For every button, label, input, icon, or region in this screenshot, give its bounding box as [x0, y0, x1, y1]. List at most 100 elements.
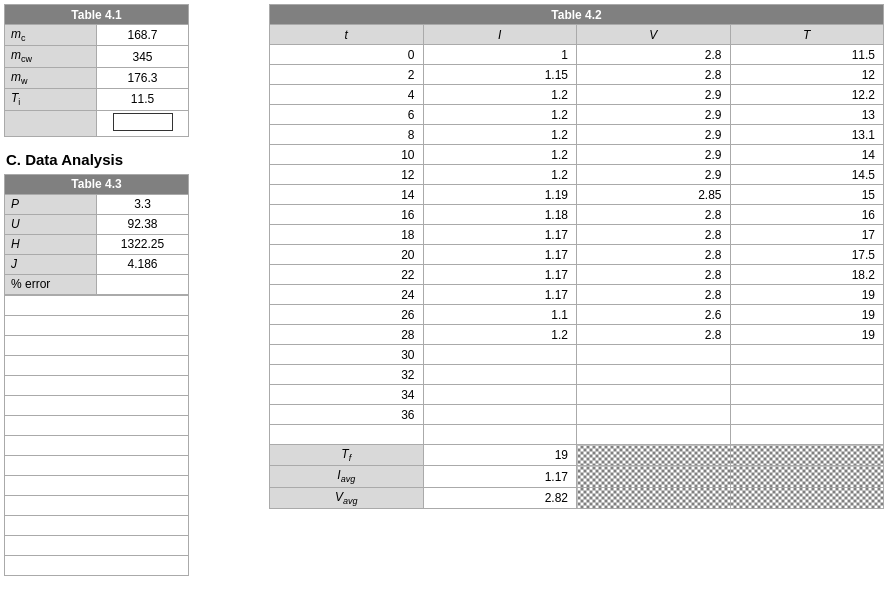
- table-row: 221.172.818.2: [270, 265, 884, 285]
- empty-row: [5, 375, 189, 395]
- cell-t: [730, 385, 884, 405]
- row-label-H: H: [5, 234, 97, 254]
- cell-t: 17.5: [730, 245, 884, 265]
- cell-v: [577, 345, 731, 365]
- summary-row: Iavg1.17: [270, 466, 884, 487]
- cell-v: 2.9: [577, 125, 731, 145]
- header-I: I: [423, 25, 577, 45]
- hatched-cell: [730, 466, 884, 487]
- cell-t: 34: [270, 385, 424, 405]
- main-container: Table 4.1 mc 168.7 mcw 345 mw 176.3 Ti: [0, 0, 888, 600]
- value-mw: 176.3: [97, 67, 189, 88]
- cell-t: 26: [270, 305, 424, 325]
- cell-t: 0: [270, 45, 424, 65]
- cell-v: 2.8: [577, 205, 731, 225]
- table43-title: Table 4.3: [5, 174, 189, 194]
- value-J: 4.186: [97, 254, 189, 274]
- cell-t: 13: [730, 105, 884, 125]
- row-label-U: U: [5, 214, 97, 234]
- value-ti: 11.5: [97, 89, 189, 110]
- cell-v: 2.9: [577, 165, 731, 185]
- cell-t: 16: [270, 205, 424, 225]
- table-row: 101.22.914: [270, 145, 884, 165]
- cell-i: [423, 405, 577, 425]
- row-label-P: P: [5, 194, 97, 214]
- cell-v: 2.8: [577, 225, 731, 245]
- table-row: P 3.3: [5, 194, 189, 214]
- table-row: 261.12.619: [270, 305, 884, 325]
- table-4-2: Table 4.2 t I V T 012.811.521.152.81241.…: [269, 4, 884, 509]
- table-row: 36: [270, 405, 884, 425]
- table42-title: Table 4.2: [270, 5, 884, 25]
- empty-row: [5, 335, 189, 355]
- table-row: 141.192.8515: [270, 185, 884, 205]
- input-empty-cell[interactable]: [97, 110, 189, 136]
- cell-t: 8: [270, 125, 424, 145]
- empty-row: [5, 475, 189, 495]
- cell-t: [730, 405, 884, 425]
- table-row: 121.22.914.5: [270, 165, 884, 185]
- cell-i: 1.17: [423, 265, 577, 285]
- cell-t: 11.5: [730, 45, 884, 65]
- row-label-mw: mw: [5, 67, 97, 88]
- cell-i: 1.17: [423, 225, 577, 245]
- row-label-pct-error: % error: [5, 274, 97, 294]
- table-row: mw 176.3: [5, 67, 189, 88]
- cell-t: 14: [730, 145, 884, 165]
- cell-i: [423, 345, 577, 365]
- cell-t: 12: [270, 165, 424, 185]
- table-row: 012.811.5: [270, 45, 884, 65]
- left-panel: Table 4.1 mc 168.7 mcw 345 mw 176.3 Ti: [0, 0, 265, 600]
- empty-row: [5, 555, 189, 575]
- cell-v: 2.8: [577, 285, 731, 305]
- left-extra-rows: [4, 295, 189, 576]
- value-P: 3.3: [97, 194, 189, 214]
- empty-row: [5, 395, 189, 415]
- table-row: 201.172.817.5: [270, 245, 884, 265]
- cell-t: 14: [270, 185, 424, 205]
- cell-t: 12: [730, 65, 884, 85]
- cell-i: 1.2: [423, 165, 577, 185]
- table-row: 21.152.812: [270, 65, 884, 85]
- right-panel: Table 4.2 t I V T 012.811.521.152.81241.…: [265, 0, 888, 600]
- cell-t: 16: [730, 205, 884, 225]
- summary-value: 1.17: [423, 466, 577, 487]
- cell-v: 2.8: [577, 45, 731, 65]
- empty-row: [5, 495, 189, 515]
- empty-row: [5, 415, 189, 435]
- hatched-cell: [730, 487, 884, 508]
- cell-t: 19: [730, 285, 884, 305]
- table-row: Ti 11.5: [5, 89, 189, 110]
- value-H: 1322.25: [97, 234, 189, 254]
- table-row: 161.182.816: [270, 205, 884, 225]
- cell-v: [577, 365, 731, 385]
- cell-i: 1.2: [423, 85, 577, 105]
- row-label-mcw: mcw: [5, 46, 97, 67]
- cell-i: 1.2: [423, 325, 577, 345]
- cell-i: [423, 385, 577, 405]
- hatched-cell: [577, 487, 731, 508]
- cell-v: 2.8: [577, 325, 731, 345]
- empty-row: [5, 455, 189, 475]
- cell-v: 2.8: [577, 265, 731, 285]
- cell-t: 19: [730, 305, 884, 325]
- cell-i: 1.19: [423, 185, 577, 205]
- table-row: 41.22.912.2: [270, 85, 884, 105]
- summary-label: Iavg: [270, 466, 424, 487]
- header-T: T: [730, 25, 884, 45]
- cell-t: 6: [270, 105, 424, 125]
- empty-row: [5, 435, 189, 455]
- table-row: 32: [270, 365, 884, 385]
- cell-t: 32: [270, 365, 424, 385]
- summary-row: Vavg2.82: [270, 487, 884, 508]
- value-mcw: 345: [97, 46, 189, 67]
- cell-i: 1.17: [423, 285, 577, 305]
- row-label-ti: Ti: [5, 89, 97, 110]
- cell-t: 19: [730, 325, 884, 345]
- cell-i: [423, 365, 577, 385]
- table-row: mc 168.7: [5, 25, 189, 46]
- empty-row: [5, 515, 189, 535]
- cell-t: 30: [270, 345, 424, 365]
- empty-row: [5, 315, 189, 335]
- cell-t: 13.1: [730, 125, 884, 145]
